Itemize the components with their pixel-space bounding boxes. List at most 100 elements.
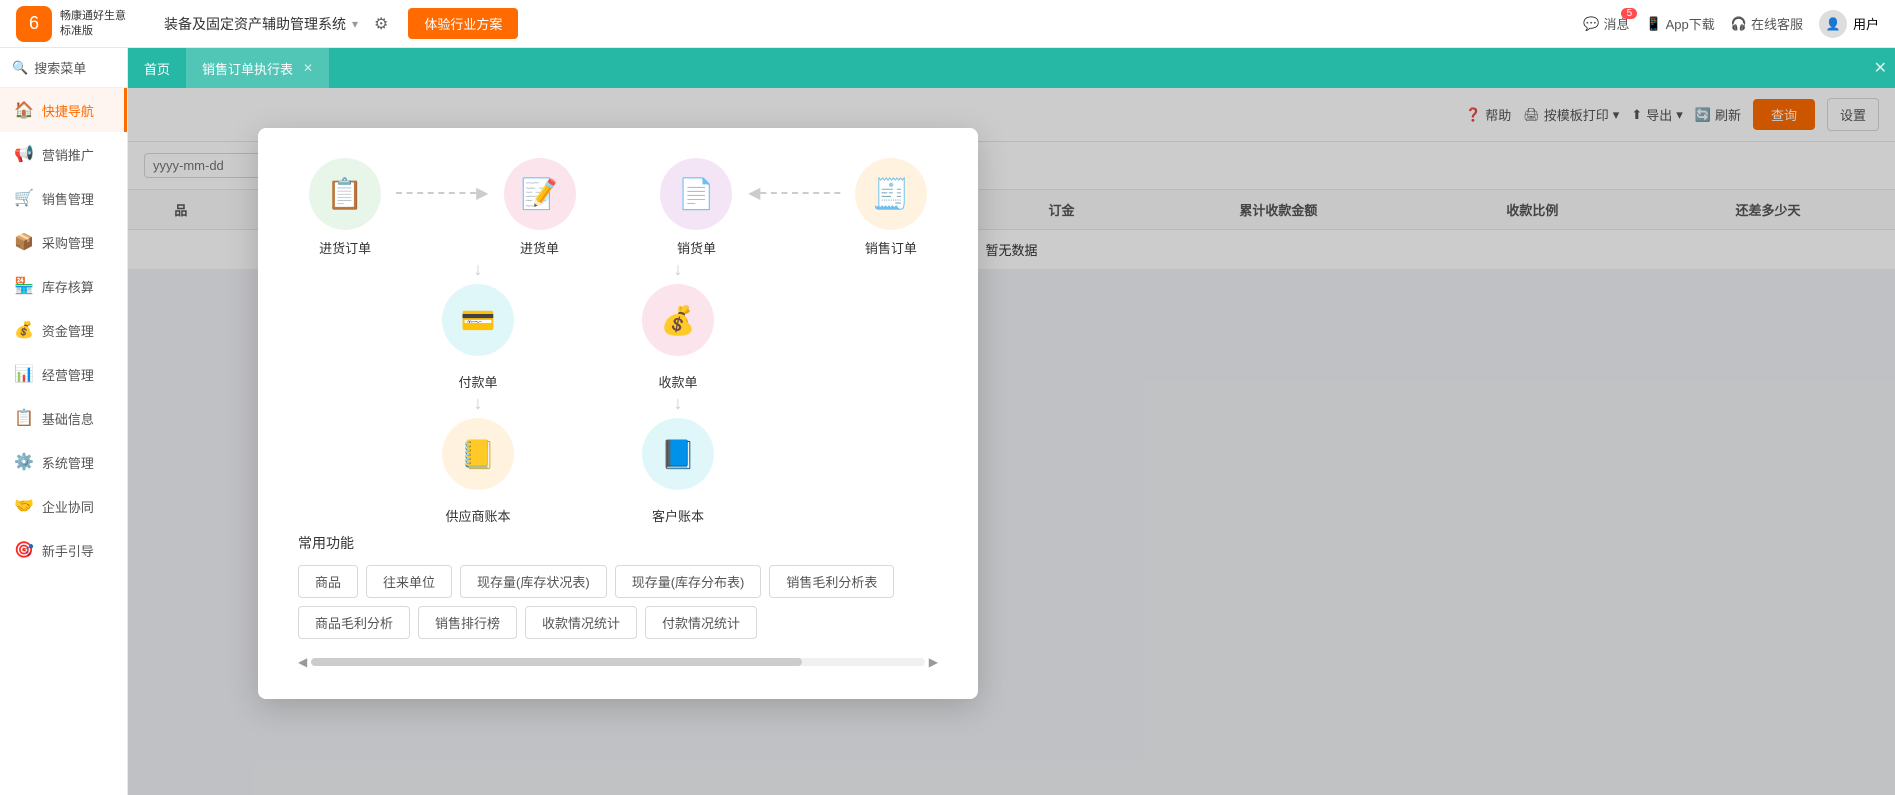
flow-node-purchase-bill[interactable]: 📝 进货单 — [492, 158, 586, 257]
sidebar-item-inventory[interactable]: 🏪 库存核算 — [0, 264, 127, 308]
sidebar-label-purchase: 采购管理 — [42, 233, 94, 252]
settings-icon: ⚙️ — [14, 452, 34, 472]
box-icon: 📦 — [14, 232, 34, 252]
sidebar-item-finance[interactable]: 💰 资金管理 — [0, 308, 127, 352]
sales-bill-label: 销货单 — [677, 238, 716, 257]
sidebar-item-sales[interactable]: 🛒 销售管理 — [0, 176, 127, 220]
tab-close-icon[interactable]: ✕ — [303, 61, 313, 75]
store-icon: 🏪 — [14, 276, 34, 296]
sidebar-item-quick-nav[interactable]: 🏠 快捷导航 — [0, 88, 127, 132]
home-icon: 🏠 — [14, 100, 34, 120]
customer-ledger-circle[interactable]: 📘 — [642, 418, 714, 490]
top-bar: 6 畅康通好生意 标准版 装备及固定资产辅助管理系统 ▾ ⚙ 体验行业方案 💬 … — [0, 0, 1895, 48]
sales-order-circle: 🧾 — [855, 158, 927, 230]
sales-order-icon: 🧾 — [872, 177, 909, 212]
scroll-right-icon[interactable]: ▶ — [929, 655, 938, 669]
system-dropdown-icon[interactable]: ▾ — [352, 17, 358, 31]
receipt-icon: 💰 — [661, 304, 696, 337]
scroll-left-icon[interactable]: ◀ — [298, 655, 307, 669]
sidebar-item-system[interactable]: ⚙️ 系统管理 — [0, 440, 127, 484]
arrow-down-sales: ↓ 💰 收款单 — [618, 257, 738, 391]
payment-icon: 💳 — [461, 304, 496, 337]
modal-scrollbar[interactable]: ◀ ▶ — [298, 655, 938, 669]
sidebar-label-sales: 销售管理 — [42, 189, 94, 208]
supplier-ledger-col: ↓ 📒 供应商账本 — [418, 391, 538, 525]
arrow-right-icon: ▶ — [476, 183, 488, 203]
func-btn-0[interactable]: 商品 — [298, 565, 358, 598]
logo-text: 畅康通好生意 标准版 — [60, 9, 126, 38]
avatar: 👤 — [1819, 10, 1847, 38]
payment-bill-circle[interactable]: 💳 — [442, 284, 514, 356]
purchase-bill-label: 进货单 — [520, 238, 559, 257]
supplier-ledger-circle[interactable]: 📒 — [442, 418, 514, 490]
supplier-ledger-label: 供应商账本 — [445, 506, 510, 525]
sidebar-item-operations[interactable]: 📊 经营管理 — [0, 352, 127, 396]
sidebar-item-basic-info[interactable]: 📋 基础信息 — [0, 396, 127, 440]
func-btn-3[interactable]: 现存量(库存分布表) — [615, 565, 762, 598]
scrollbar-thumb — [311, 658, 802, 666]
func-btn-5[interactable]: 商品毛利分析 — [298, 606, 410, 639]
gear-icon[interactable]: ⚙ — [374, 14, 388, 34]
func-btn-6[interactable]: 销售排行榜 — [418, 606, 517, 639]
sales-bill-icon: 📄 — [678, 177, 715, 212]
purchase-order-label: 进货订单 — [319, 238, 371, 257]
online-service-label: 在线客服 — [1751, 14, 1803, 33]
receipt-bill-circle[interactable]: 💰 — [642, 284, 714, 356]
arrow-purchase-to-bill: ▶ — [392, 183, 492, 203]
sidebar-item-marketing[interactable]: 📢 营销推广 — [0, 132, 127, 176]
tab-home-label: 首页 — [144, 59, 170, 78]
func-btn-8[interactable]: 付款情况统计 — [645, 606, 757, 639]
purchase-bill-icon: 📝 — [521, 177, 558, 212]
chart-icon: 📊 — [14, 364, 34, 384]
sidebar: 🔍 搜索菜单 🏠 快捷导航 📢 营销推广 🛒 销售管理 📦 采购管理 🏪 — [0, 48, 128, 795]
spacer-col2 — [538, 257, 618, 391]
sidebar-item-enterprise[interactable]: 🤝 企业协同 — [0, 484, 127, 528]
modal-overlay[interactable]: 📋 进货订单 ▶ — [128, 88, 1895, 795]
func-btn-7[interactable]: 收款情况统计 — [525, 606, 637, 639]
func-btn-1[interactable]: 往来单位 — [366, 565, 452, 598]
app-download-button[interactable]: 📱 App下载 — [1645, 14, 1714, 33]
spacer-col3 — [298, 391, 418, 525]
arrow-down-purchase: ↓ 💳 付款单 — [418, 257, 538, 391]
app-download-label: App下载 — [1666, 14, 1715, 33]
message-icon: 💬 — [1583, 16, 1599, 32]
scrollbar-track — [311, 658, 925, 666]
customer-ledger-col: ↓ 📘 客户账本 — [618, 391, 738, 525]
experience-button[interactable]: 体验行业方案 — [408, 8, 518, 39]
common-functions-title: 常用功能 — [298, 533, 938, 553]
money-icon: 💰 — [14, 320, 34, 340]
sidebar-label-quick-nav: 快捷导航 — [42, 101, 94, 120]
spacer-col1 — [298, 257, 418, 391]
spacer-col4 — [538, 391, 618, 525]
online-service-button[interactable]: 🎧 在线客服 — [1731, 14, 1803, 33]
func-btn-4[interactable]: 销售毛利分析表 — [769, 565, 894, 598]
common-functions: 常用功能 商品往来单位现存量(库存状况表)现存量(库存分布表)销售毛利分析表商品… — [298, 533, 938, 639]
sidebar-item-newbie[interactable]: 🎯 新手引导 — [0, 528, 127, 572]
customer-ledger-label: 客户账本 — [652, 506, 704, 525]
modal-box: 📋 进货订单 ▶ — [258, 128, 978, 699]
sales-order-label: 销售订单 — [865, 238, 917, 257]
user-area[interactable]: 👤 用户 — [1819, 10, 1879, 38]
flow-node-sales-order[interactable]: 🧾 销售订单 — [844, 158, 938, 257]
sidebar-search[interactable]: 🔍 搜索菜单 — [0, 48, 127, 88]
sidebar-label-basic-info: 基础信息 — [42, 409, 94, 428]
sidebar-label-marketing: 营销推广 — [42, 145, 94, 164]
flow-node-sales-bill[interactable]: 📄 销货单 — [649, 158, 743, 257]
flow-node-purchase-order[interactable]: 📋 进货订单 — [298, 158, 392, 257]
system-name-text: 装备及固定资产辅助管理系统 — [164, 14, 346, 34]
message-button[interactable]: 💬 消息 5 — [1583, 14, 1629, 33]
tab-sales-order-exec[interactable]: 销售订单执行表 ✕ — [186, 48, 329, 88]
tab-home[interactable]: 首页 — [128, 48, 186, 88]
system-name: 装备及固定资产辅助管理系统 ▾ — [164, 14, 358, 34]
sidebar-item-purchase[interactable]: 📦 采购管理 — [0, 220, 127, 264]
tabs-bar: 首页 销售订单执行表 ✕ ✕ — [128, 48, 1895, 88]
logo-area: 6 畅康通好生意 标准版 — [16, 6, 144, 42]
close-all-tabs-button[interactable]: ✕ — [1874, 58, 1887, 78]
logo-line2: 标准版 — [60, 24, 126, 38]
func-btn-2[interactable]: 现存量(库存状况表) — [460, 565, 607, 598]
sidebar-label-system: 系统管理 — [42, 453, 94, 472]
sidebar-label-enterprise: 企业协同 — [42, 497, 94, 516]
clipboard-icon: 📋 — [14, 408, 34, 428]
arrow-right2-icon: ▶ — [748, 183, 760, 203]
target-icon: 🎯 — [14, 540, 34, 560]
